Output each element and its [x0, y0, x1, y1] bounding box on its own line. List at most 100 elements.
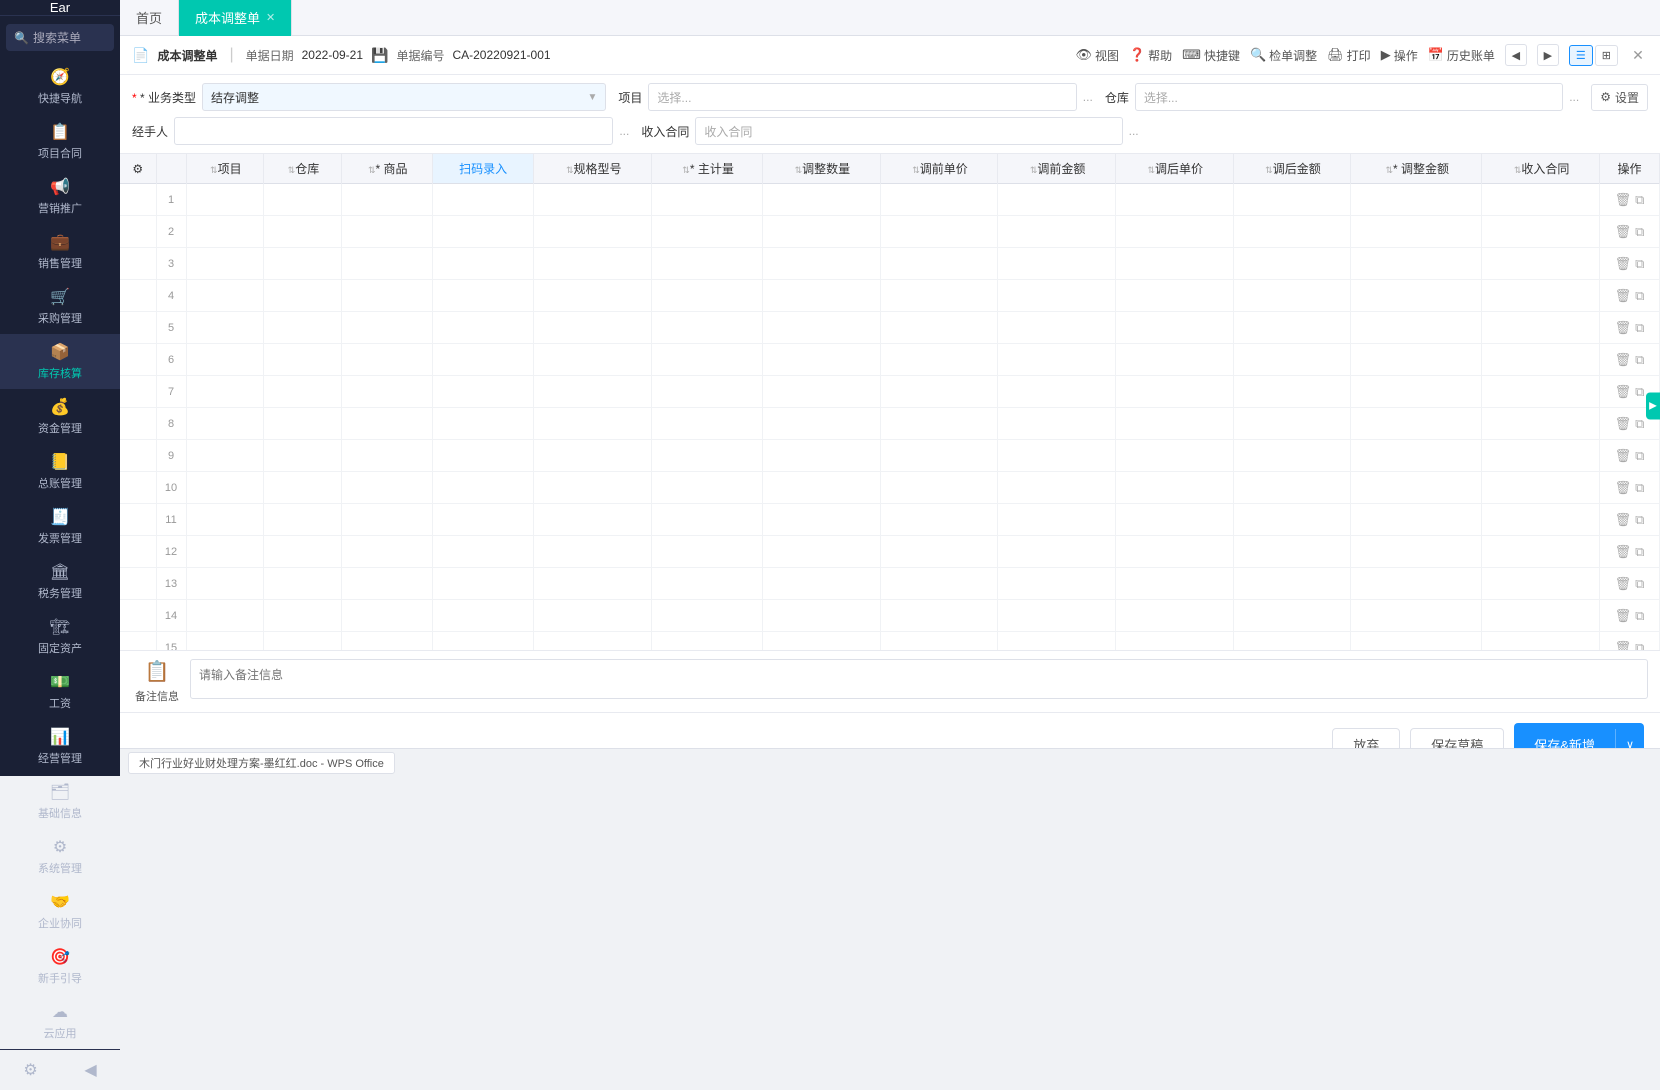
cell-data[interactable]	[186, 472, 264, 504]
project-input[interactable]: 选择...	[648, 83, 1076, 111]
cell-data[interactable]	[1233, 344, 1351, 376]
cell-data[interactable]	[998, 504, 1116, 536]
cell-data[interactable]	[1482, 632, 1600, 651]
cell-data[interactable]	[880, 440, 998, 472]
cell-data[interactable]	[880, 216, 998, 248]
cell-data[interactable]	[341, 312, 432, 344]
cell-data[interactable]	[186, 184, 264, 216]
cell-data[interactable]	[264, 600, 342, 632]
delete-row-icon[interactable]: 🗑	[1615, 608, 1632, 624]
cell-data[interactable]	[341, 472, 432, 504]
cell-data[interactable]	[652, 248, 763, 280]
cell-data[interactable]	[1351, 472, 1482, 504]
sidebar-item-sales-mgmt[interactable]: 💼 销售管理	[0, 224, 120, 279]
cell-data[interactable]	[1115, 312, 1233, 344]
help-button[interactable]: ❓ 帮助	[1129, 47, 1172, 64]
collapse-icon[interactable]: ◀	[84, 1060, 96, 1080]
cell-data[interactable]	[1233, 280, 1351, 312]
delete-row-icon[interactable]: 🗑	[1615, 352, 1632, 368]
view-button[interactable]: 👁 视图	[1075, 47, 1119, 64]
card-view-button[interactable]: ⊞	[1595, 45, 1618, 66]
cell-data[interactable]	[534, 184, 652, 216]
cell-data[interactable]	[341, 440, 432, 472]
cell-data[interactable]	[763, 632, 881, 651]
th-adjust-qty[interactable]: ⇅调整数量	[763, 154, 881, 184]
copy-row-icon[interactable]: ⧉	[1635, 448, 1644, 464]
cell-data[interactable]	[763, 504, 881, 536]
cell-data[interactable]	[880, 472, 998, 504]
cell-data[interactable]	[652, 440, 763, 472]
cell-data[interactable]	[1233, 216, 1351, 248]
cell-data[interactable]	[432, 536, 534, 568]
cell-data[interactable]	[763, 280, 881, 312]
cell-data[interactable]	[534, 472, 652, 504]
th-scan-input[interactable]: 扫码录入	[432, 154, 534, 184]
cell-data[interactable]	[1233, 184, 1351, 216]
cell-data[interactable]	[186, 376, 264, 408]
cell-data[interactable]	[534, 536, 652, 568]
cell-data[interactable]	[1351, 280, 1482, 312]
cell-data[interactable]	[1115, 280, 1233, 312]
cell-data[interactable]	[1351, 408, 1482, 440]
cell-data[interactable]	[264, 280, 342, 312]
cell-data[interactable]	[652, 312, 763, 344]
copy-row-icon[interactable]: ⧉	[1635, 352, 1644, 368]
cell-data[interactable]	[1482, 376, 1600, 408]
th-adjust-amount[interactable]: ⇅* 调整金额	[1351, 154, 1482, 184]
cell-data[interactable]	[341, 376, 432, 408]
cell-data[interactable]	[534, 216, 652, 248]
cell-data[interactable]	[432, 312, 534, 344]
cell-data[interactable]	[341, 600, 432, 632]
cell-data[interactable]	[186, 312, 264, 344]
sidebar-item-enterprise[interactable]: 🤝 企业协同	[0, 884, 120, 939]
cell-data[interactable]	[1351, 568, 1482, 600]
cell-data[interactable]	[998, 312, 1116, 344]
cell-data[interactable]	[534, 568, 652, 600]
cell-data[interactable]	[652, 568, 763, 600]
cell-data[interactable]	[1482, 280, 1600, 312]
cell-data[interactable]	[341, 632, 432, 651]
cell-data[interactable]	[186, 536, 264, 568]
income-contract-input[interactable]: 收入合同	[695, 117, 1122, 145]
th-after-amount[interactable]: ⇅调后金额	[1233, 154, 1351, 184]
cell-data[interactable]	[1115, 632, 1233, 651]
business-type-input[interactable]: 结存调整 ▼	[202, 83, 606, 111]
cell-data[interactable]	[186, 568, 264, 600]
copy-row-icon[interactable]: ⧉	[1635, 480, 1644, 496]
cell-data[interactable]	[264, 472, 342, 504]
settings-button[interactable]: ⚙ 设置	[1591, 84, 1648, 111]
sidebar-item-purchase-mgmt[interactable]: 🛒 采购管理	[0, 279, 120, 334]
cell-data[interactable]	[264, 408, 342, 440]
cell-data[interactable]	[880, 408, 998, 440]
tab-home[interactable]: 首页	[120, 0, 179, 36]
delete-row-icon[interactable]: 🗑	[1615, 544, 1632, 560]
delete-row-icon[interactable]: 🗑	[1615, 192, 1632, 208]
cell-data[interactable]	[264, 440, 342, 472]
th-before-unit-price[interactable]: ⇅调前单价	[880, 154, 998, 184]
cell-data[interactable]	[998, 600, 1116, 632]
copy-row-icon[interactable]: ⧉	[1635, 224, 1644, 240]
copy-row-icon[interactable]: ⧉	[1635, 416, 1644, 432]
sidebar-item-invoice-mgmt[interactable]: 🧾 发票管理	[0, 499, 120, 554]
cell-data[interactable]	[1233, 248, 1351, 280]
th-before-amount[interactable]: ⇅调前金额	[998, 154, 1116, 184]
cell-data[interactable]	[1115, 376, 1233, 408]
sidebar-item-sales-promotion[interactable]: 📢 营销推广	[0, 169, 120, 224]
close-window-button[interactable]: ✕	[1628, 45, 1648, 65]
th-warehouse[interactable]: ⇅仓库	[264, 154, 342, 184]
cell-data[interactable]	[186, 632, 264, 651]
cell-data[interactable]	[534, 312, 652, 344]
cell-data[interactable]	[264, 248, 342, 280]
cell-data[interactable]	[186, 248, 264, 280]
cell-data[interactable]	[1233, 472, 1351, 504]
cell-data[interactable]	[880, 344, 998, 376]
ops-button[interactable]: ▶ 操作	[1381, 47, 1418, 64]
delete-row-icon[interactable]: 🗑	[1615, 416, 1632, 432]
cell-data[interactable]	[652, 408, 763, 440]
th-spec-type[interactable]: ⇅规格型号	[534, 154, 652, 184]
cell-data[interactable]	[1115, 408, 1233, 440]
check-adjust-button[interactable]: 🔍 检单调整	[1250, 47, 1317, 64]
cell-data[interactable]	[763, 184, 881, 216]
copy-row-icon[interactable]: ⧉	[1635, 256, 1644, 272]
cell-data[interactable]	[534, 248, 652, 280]
